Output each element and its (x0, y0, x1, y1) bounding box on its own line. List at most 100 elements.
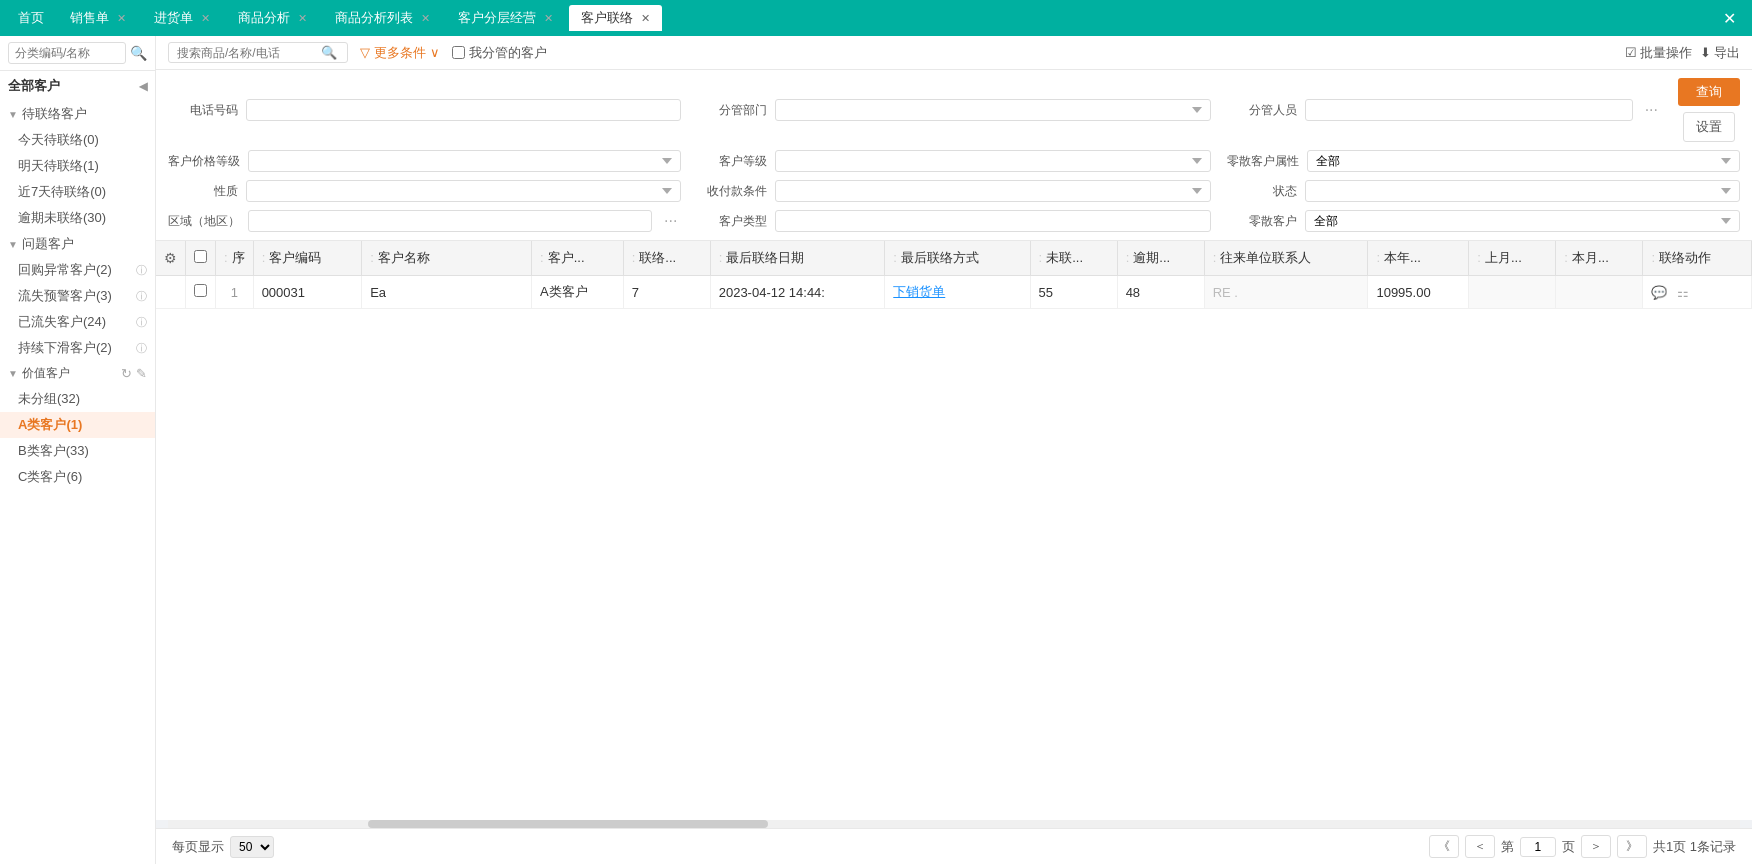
triangle-icon: ▼ (8, 109, 18, 120)
home-tab[interactable]: 首页 (8, 5, 54, 31)
search-icon[interactable]: 🔍 (321, 45, 337, 60)
customer-grade-select[interactable] (775, 150, 1210, 172)
retail-attr-select[interactable]: 全部 (1307, 150, 1740, 172)
customer-table-area: ⚙ :序 :客户编码 :客户名称 :客户... :联络... :最后联络日期 :… (156, 241, 1752, 820)
close-icon[interactable]: ✕ (421, 12, 430, 25)
content-area: 🔍 ▽ 更多条件 ∨ 我分管的客户 ☑ 批量操作 ⬇ 导出 (156, 36, 1752, 864)
dept-label: 分管部门 (697, 102, 767, 119)
nature-select[interactable] (246, 180, 681, 202)
action-link-icon[interactable]: ⚏ (1677, 285, 1689, 300)
batch-operation-button[interactable]: ☑ 批量操作 (1625, 44, 1692, 62)
sidebar-item-overdue[interactable]: 逾期未联络(30) (0, 205, 155, 231)
prev-page-button[interactable]: ＜ (1465, 835, 1495, 858)
manager-input[interactable] (1305, 99, 1633, 121)
gear-icon[interactable]: ⚙ (164, 250, 177, 266)
horizontal-scrollbar-track[interactable] (168, 820, 1740, 828)
sidebar-item-repurchase-abnormal[interactable]: 回购异常客户(2) ⓘ (0, 257, 155, 283)
region-dots-button[interactable]: ··· (660, 212, 681, 230)
sidebar-item-7days[interactable]: 近7天待联络(0) (0, 179, 155, 205)
sidebar-item-b-class[interactable]: B类客户(33) (0, 438, 155, 464)
col-customer-code: :客户编码 (253, 241, 362, 276)
sidebar-item-ungrouped[interactable]: 未分组(32) (0, 386, 155, 412)
edit-icon[interactable]: ✎ (136, 366, 147, 381)
last-method-link[interactable]: 下销货单 (893, 284, 945, 299)
refresh-icon[interactable]: ↻ (121, 366, 132, 381)
sidebar-item-declining[interactable]: 持续下滑客户(2) ⓘ (0, 335, 155, 361)
page-number-input[interactable] (1520, 837, 1556, 857)
close-icon[interactable]: ✕ (117, 12, 126, 25)
table-header-row: ⚙ :序 :客户编码 :客户名称 :客户... :联络... :最后联络日期 :… (156, 241, 1752, 276)
manager-label: 分管人员 (1227, 102, 1297, 119)
phone-label: 电话号码 (168, 102, 238, 119)
page-size-select[interactable]: 50 (230, 836, 274, 858)
horizontal-scrollbar-thumb[interactable] (368, 820, 768, 828)
sidebar-search-button[interactable]: 🔍 (130, 45, 147, 61)
filter-row-dept: 分管部门 (697, 78, 1210, 142)
page-size-area: 每页显示 50 (172, 836, 274, 858)
sidebar-item-tomorrow[interactable]: 明天待联络(1) (0, 153, 155, 179)
customer-type-input[interactable] (775, 210, 1210, 232)
close-icon[interactable]: ✕ (641, 12, 650, 25)
col-gear: ⚙ (156, 241, 186, 276)
col-not-contacted: :未联... (1030, 241, 1117, 276)
query-button[interactable]: 查询 (1678, 78, 1740, 106)
value-group-icons: ↻ ✎ (121, 366, 147, 381)
collapse-icon: ◀ (139, 80, 147, 93)
action-chat-icon[interactable]: 💬 (1651, 285, 1667, 300)
filter-row-status: 状态 (1227, 180, 1740, 202)
last-page-button[interactable]: 》 (1617, 835, 1647, 858)
retail-select[interactable]: 全部 (1305, 210, 1740, 232)
sidebar-item-c-class[interactable]: C类客户(6) (0, 464, 155, 490)
status-select[interactable] (1305, 180, 1740, 202)
manager-dots-button[interactable]: ··· (1641, 101, 1662, 119)
filter-row-phone: 电话号码 (168, 78, 681, 142)
filter-row-manager: 分管人员 ··· 查询 设置 (1227, 78, 1740, 142)
dept-select[interactable] (775, 99, 1210, 121)
sidebar-search-input[interactable] (8, 42, 126, 64)
tab-sales-order[interactable]: 销售单 ✕ (58, 5, 138, 31)
col-actions: :联络动作 (1643, 241, 1752, 276)
chevron-down-icon: ∨ (430, 45, 440, 60)
sidebar-item-today[interactable]: 今天待联络(0) (0, 127, 155, 153)
close-icon[interactable]: ✕ (544, 12, 553, 25)
region-input[interactable] (248, 210, 652, 232)
tab-product-analysis[interactable]: 商品分析 ✕ (226, 5, 319, 31)
sidebar-group-pending[interactable]: ▼ 待联络客户 (0, 101, 155, 127)
select-all-checkbox[interactable] (194, 250, 207, 263)
payment-label: 收付款条件 (697, 183, 767, 200)
nature-label: 性质 (168, 183, 238, 200)
row-checkbox[interactable] (194, 284, 207, 297)
sidebar-all-customers-header[interactable]: 全部客户 ◀ (0, 71, 155, 101)
tab-purchase-order[interactable]: 进货单 ✕ (142, 5, 222, 31)
export-button[interactable]: ⬇ 导出 (1700, 44, 1740, 62)
td-name: Ea (362, 276, 532, 309)
search-input[interactable] (177, 46, 317, 60)
sidebar-group-problem[interactable]: ▼ 问题客户 (0, 231, 155, 257)
tab-customer-contact[interactable]: 客户联络 ✕ (569, 5, 662, 31)
customer-table: ⚙ :序 :客户编码 :客户名称 :客户... :联络... :最后联络日期 :… (156, 241, 1752, 309)
td-last-method: 下销货单 (885, 276, 1030, 309)
window-close-button[interactable]: ✕ (1715, 9, 1744, 28)
sidebar-group-value[interactable]: ▼ 价值客户 ↻ ✎ (0, 361, 155, 386)
more-conditions-button[interactable]: ▽ 更多条件 ∨ (360, 44, 440, 62)
sidebar-item-loss-warning[interactable]: 流失预警客户(3) ⓘ (0, 283, 155, 309)
retail-label: 零散客户 (1227, 213, 1297, 230)
info-icon: ⓘ (136, 263, 147, 278)
next-page-button[interactable]: ＞ (1581, 835, 1611, 858)
my-customers-checkbox[interactable] (452, 46, 465, 59)
sidebar-item-a-class[interactable]: A类客户(1) (0, 412, 155, 438)
tab-product-analysis-list[interactable]: 商品分析列表 ✕ (323, 5, 442, 31)
close-icon[interactable]: ✕ (298, 12, 307, 25)
sidebar-item-lost[interactable]: 已流失客户(24) ⓘ (0, 309, 155, 335)
settings-button[interactable]: 设置 (1683, 112, 1735, 142)
payment-select[interactable] (775, 180, 1210, 202)
price-grade-select[interactable] (248, 150, 681, 172)
phone-input[interactable] (246, 99, 681, 121)
triangle-icon: ▼ (8, 368, 18, 379)
my-customers-filter[interactable]: 我分管的客户 (452, 44, 547, 62)
page-size-label: 每页显示 (172, 838, 224, 856)
tab-customer-tier[interactable]: 客户分层经营 ✕ (446, 5, 565, 31)
col-overdue: :逾期... (1117, 241, 1204, 276)
close-icon[interactable]: ✕ (201, 12, 210, 25)
first-page-button[interactable]: 《 (1429, 835, 1459, 858)
